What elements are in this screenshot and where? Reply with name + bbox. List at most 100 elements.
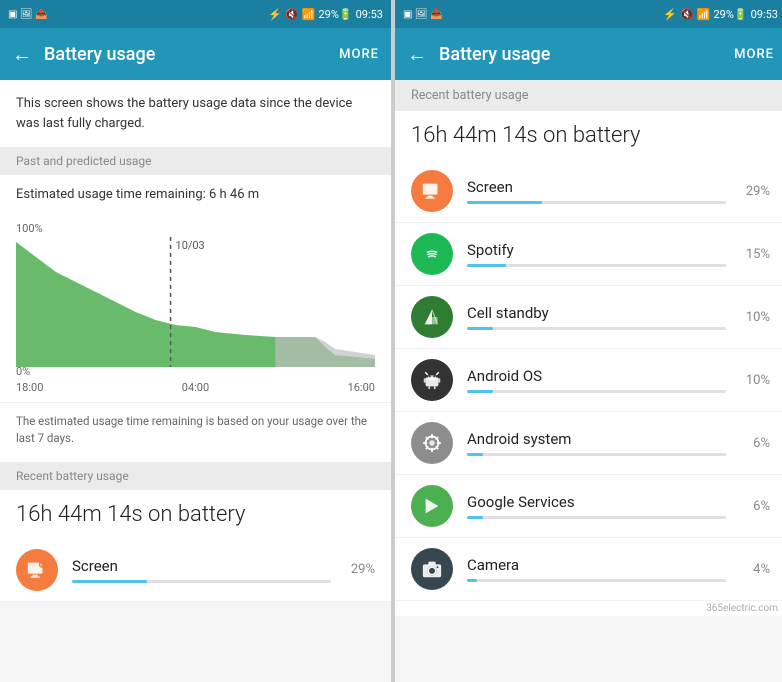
section-recent-header-left: Recent battery usage [0,462,391,490]
cell-svg-icon [421,306,443,328]
spotify-info: Spotify [467,241,726,267]
usage-item-screen[interactable]: Screen 29% [395,160,782,223]
android-sys-info: Android system [467,430,726,456]
screen-svg-icon: ! [26,559,48,581]
usage-item-android-sys[interactable]: Android system 6% [395,412,782,475]
android-os-icon [411,359,453,401]
camera-bar [467,579,477,582]
mute-icon: 🔇 [285,8,299,21]
camera-info: Camera [467,556,726,582]
spotify-bar [467,264,506,267]
android-sys-bar-bg [467,453,726,456]
chart-area: 100% 10/03 0% 18:00 04:00 [0,214,391,402]
camera-name: Camera [467,556,726,574]
usage-item-cell[interactable]: Cell standby 10% [395,286,782,349]
screen-pct-right: 29% [738,184,770,199]
battery-indicator: 29%🔋 [318,8,352,21]
google-bar [467,516,483,519]
svg-text:10/03: 10/03 [176,239,205,252]
time-label-5: 16:00 [348,381,375,394]
right-bluetooth-icon: ⚡ [663,8,677,21]
usage-item-screen-left[interactable]: ! Screen 29% [0,539,391,602]
spotify-svg-icon [421,243,443,265]
usage-item-camera[interactable]: Camera 4% [395,538,782,601]
right-content: Recent battery usage 16h 44m 14s on batt… [395,80,782,682]
cell-icon [411,296,453,338]
signal-icon: 📶 [302,8,316,21]
screen-info: Screen [72,557,331,583]
back-button[interactable]: ← [12,42,32,67]
cell-info: Cell standby [467,304,726,330]
google-bar-bg [467,516,726,519]
right-page-title: Battery usage [439,44,734,65]
right-battery-indicator: 29%🔋 [713,8,747,21]
camera-pct: 4% [738,562,770,577]
usage-item-google[interactable]: Google Services 6% [395,475,782,538]
right-more-button[interactable]: MORE [734,47,774,62]
chart-svg: 10/03 [16,237,375,367]
right-notification-icons: ▣ 🖼 📤 [403,9,443,20]
time-label-1: 18:00 [16,381,43,394]
right-top-bar: ← Battery usage MORE [395,28,782,80]
screen-svg-right [421,180,443,202]
right-status-bar: ▣ 🖼 📤 ⚡ 🔇 📶 29%🔋 09:53 [395,0,782,28]
section-past-header: Past and predicted usage [0,147,391,175]
right-mute-icon: 🔇 [680,8,694,21]
estimated-usage-row: Estimated usage time remaining: 6 h 46 m [0,175,391,214]
cell-pct: 10% [738,310,770,325]
android-os-info: Android OS [467,367,726,393]
battery-time-right: 16h 44m 14s on battery [395,111,782,160]
screen-bar-right [467,201,542,204]
spotify-bar-bg [467,264,726,267]
screen-name-right: Screen [467,178,726,196]
android-svg-icon [421,369,443,391]
battery-chart: 10/03 [16,237,375,367]
bluetooth-icon: ⚡ [268,8,282,21]
page-title: Battery usage [44,44,339,65]
footnote-text: The estimated usage time remaining is ba… [0,402,391,462]
screen-pct: 29% [343,562,375,577]
google-name: Google Services [467,493,726,511]
left-top-bar: ← Battery usage MORE [0,28,391,80]
spotify-name: Spotify [467,241,726,259]
android-os-bar [467,390,493,393]
watermark: 365electric.com [395,601,782,616]
camera-svg-icon [421,558,443,580]
status-right-icons: ⚡ 🔇 📶 29%🔋 09:53 [268,8,383,21]
usage-item-spotify[interactable]: Spotify 15% [395,223,782,286]
cell-bar-bg [467,327,726,330]
android-sys-svg [421,432,443,454]
android-os-name: Android OS [467,367,726,385]
right-status-left: ▣ 🖼 📤 [403,9,443,20]
more-button[interactable]: MORE [339,47,379,62]
left-panel: ▣ 🖼 📤 ⚡ 🔇 📶 29%🔋 09:53 ← Battery usage M… [0,0,391,682]
notification-icons: ▣ 🖼 📤 [8,9,48,20]
screen-bar-bg [72,580,331,583]
right-status-right: ⚡ 🔇 📶 29%🔋 09:53 [663,8,778,21]
spotify-pct: 15% [738,247,770,262]
right-time-display: 09:53 [751,8,778,21]
android-os-pct: 10% [738,373,770,388]
android-os-bar-bg [467,390,726,393]
camera-bar-bg [467,579,726,582]
time-display: 09:53 [356,8,383,21]
chart-top-label: 100% [16,222,375,235]
screen-name: Screen [72,557,331,575]
screen-bar-fill [72,580,147,583]
camera-icon [411,548,453,590]
chart-time-labels: 18:00 04:00 16:00 [16,381,375,394]
screen-icon: ! [16,549,58,591]
screen-icon-right [411,170,453,212]
google-svg-icon [421,495,443,517]
left-content: This screen shows the battery usage data… [0,80,391,682]
android-sys-bar [467,453,483,456]
right-back-button[interactable]: ← [407,42,427,67]
screen-bar-bg-right [467,201,726,204]
right-signal-icon: 📶 [697,8,711,21]
android-sys-name: Android system [467,430,726,448]
android-sys-icon [411,422,453,464]
google-info: Google Services [467,493,726,519]
usage-item-android-os[interactable]: Android OS 10% [395,349,782,412]
right-panel: ▣ 🖼 📤 ⚡ 🔇 📶 29%🔋 09:53 ← Battery usage M… [395,0,782,682]
android-sys-pct: 6% [738,436,770,451]
